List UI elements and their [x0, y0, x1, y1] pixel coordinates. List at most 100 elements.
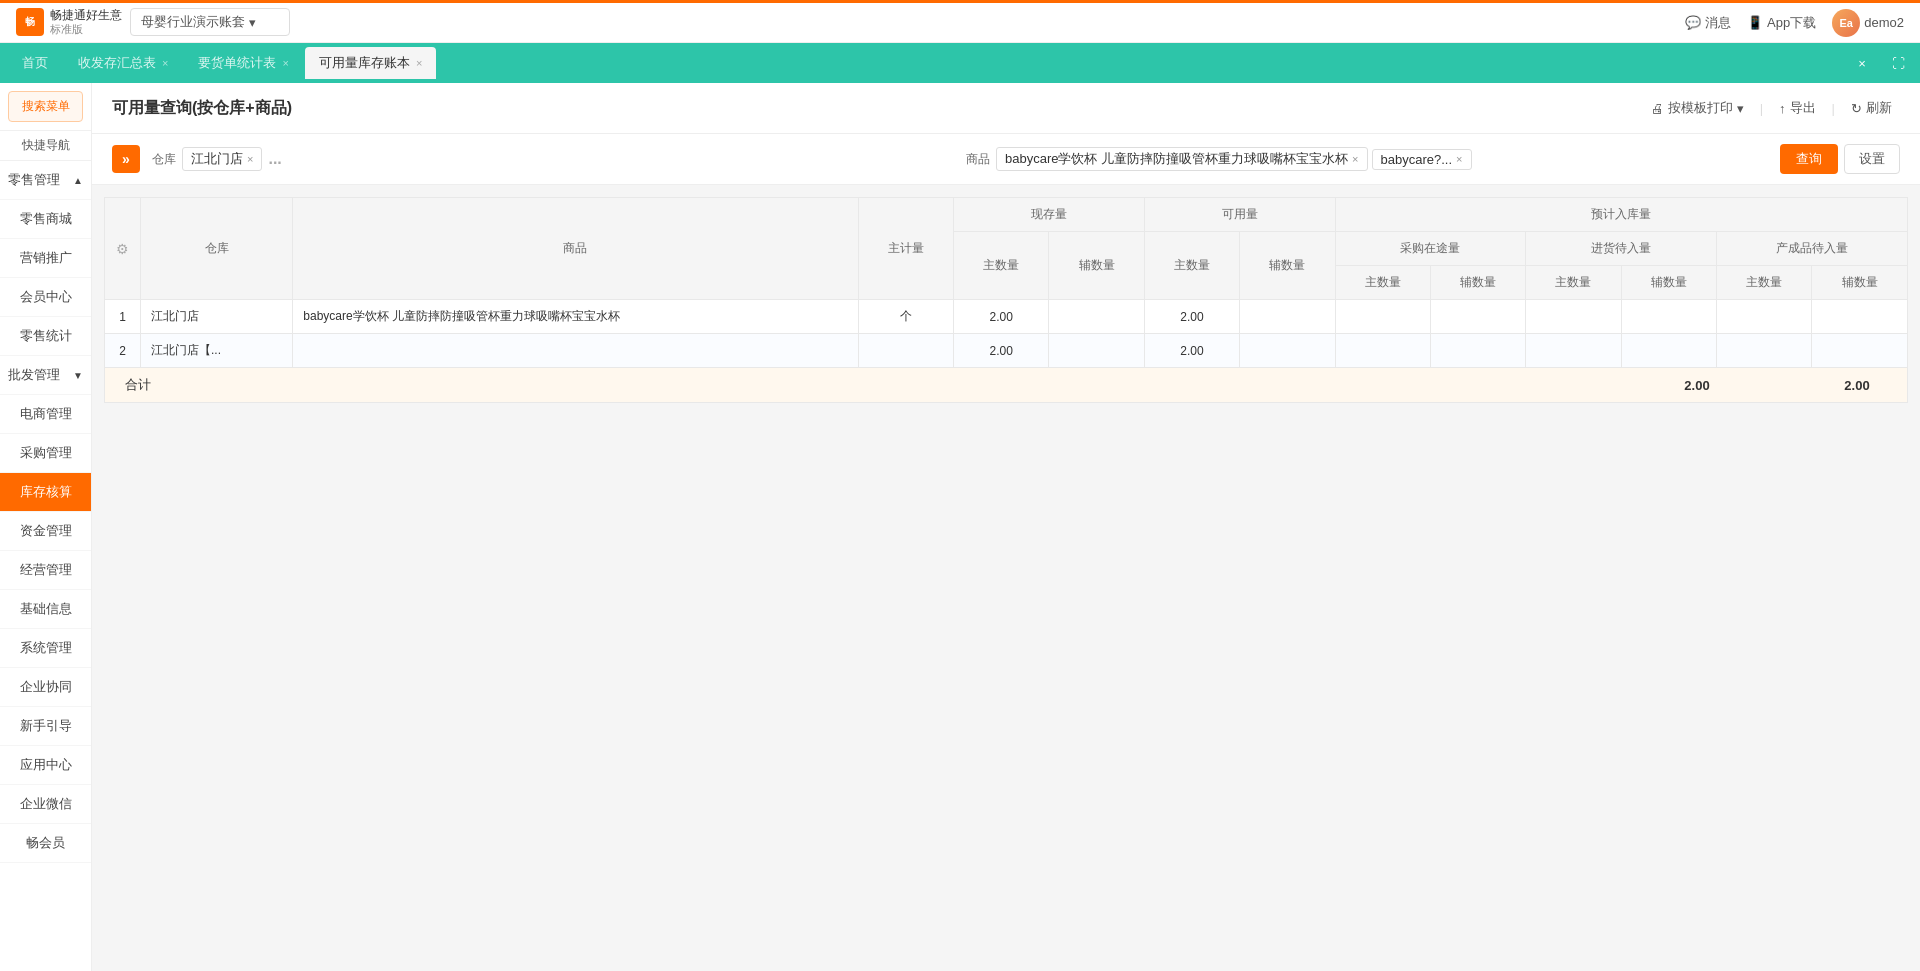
sidebar-item-retail-stats-label: 零售统计: [20, 328, 72, 343]
col-production-aux: 辅数量: [1812, 266, 1908, 300]
top-bar-right: 💬 消息 📱 App下载 Ea demo2: [1685, 9, 1904, 37]
row1-stock-main: 2.00: [953, 300, 1048, 334]
product-tag-1-close[interactable]: ×: [1352, 153, 1358, 165]
message-label: 消息: [1705, 14, 1731, 32]
warehouse-tag-close[interactable]: ×: [247, 153, 253, 165]
col-stock-aux: 辅数量: [1049, 232, 1144, 300]
sidebar-item-member-center[interactable]: 会员中心: [0, 278, 91, 317]
template-print-label: 按模板打印: [1668, 99, 1733, 117]
sidebar-item-inventory[interactable]: 库存核算: [0, 473, 91, 512]
sidebar-item-enterprise-wechat[interactable]: 企业微信: [0, 785, 91, 824]
col-warehouse: 仓库: [141, 198, 293, 300]
tab-available-stock-close[interactable]: ×: [416, 57, 422, 69]
sidebar-item-system[interactable]: 系统管理: [0, 629, 91, 668]
nav-window-actions: × ⛶: [1848, 49, 1912, 77]
logo-text-block: 畅捷通好生意 标准版: [50, 8, 122, 37]
gear-icon[interactable]: ⚙: [116, 241, 129, 257]
warehouse-filter-more[interactable]: ...: [268, 150, 281, 168]
col-product: 商品: [293, 198, 858, 300]
row2-stock-main: 2.00: [953, 334, 1048, 368]
sidebar-search-section: 搜索菜单: [0, 83, 91, 131]
sidebar-item-basic-info[interactable]: 基础信息: [0, 590, 91, 629]
sidebar-item-ecommerce[interactable]: 电商管理: [0, 395, 91, 434]
query-btn[interactable]: 查询: [1780, 144, 1838, 174]
message-btn[interactable]: 💬 消息: [1685, 14, 1731, 32]
industry-select-label: 母婴行业演示账套: [141, 13, 245, 31]
tab-home-label: 首页: [22, 54, 48, 72]
sidebar-item-member[interactable]: 畅会员: [0, 824, 91, 863]
sidebar-item-purchase-label: 采购管理: [20, 445, 72, 460]
row1-warehouse: 江北门店: [141, 300, 293, 334]
product-tag-2-close[interactable]: ×: [1456, 153, 1462, 165]
sidebar-item-wholesale-mgmt[interactable]: 批发管理 ▼: [0, 356, 91, 395]
row1-pa-aux: [1621, 300, 1716, 334]
product-tag-1: babycare学饮杯 儿童防摔防撞吸管杯重力球吸嘴杯宝宝水杯 ×: [996, 147, 1368, 171]
sidebar-item-enterprise-wechat-label: 企业微信: [20, 796, 72, 811]
row2-pa-main: [1526, 334, 1621, 368]
sidebar-item-marketing[interactable]: 营销推广: [0, 239, 91, 278]
sidebar-item-member-label: 畅会员: [26, 835, 65, 850]
industry-select[interactable]: 母婴行业演示账套 ▾: [130, 8, 290, 36]
col-purchase-transit-aux: 辅数量: [1430, 266, 1525, 300]
refresh-btn[interactable]: ↻ 刷新: [1843, 95, 1900, 121]
tab-receipts-close[interactable]: ×: [162, 57, 168, 69]
sidebar-item-finance[interactable]: 资金管理: [0, 512, 91, 551]
row2-prod-aux: [1812, 334, 1908, 368]
sidebar-item-new-guide[interactable]: 新手引导: [0, 707, 91, 746]
print-icon: 🖨: [1651, 101, 1664, 116]
sidebar-search-btn[interactable]: 搜索菜单: [8, 91, 83, 122]
filter-expand-btn[interactable]: »: [112, 145, 140, 173]
app-download-btn[interactable]: 📱 App下载: [1747, 14, 1816, 32]
row2-warehouse: 江北门店【...: [141, 334, 293, 368]
sidebar-item-retail-stats[interactable]: 零售统计: [0, 317, 91, 356]
window-expand-btn[interactable]: ⛶: [1884, 49, 1912, 77]
table-row: 1 江北门店 babycare学饮杯 儿童防摔防撞吸管杯重力球吸嘴杯宝宝水杯 个…: [105, 300, 1908, 334]
export-btn[interactable]: ↑ 导出: [1771, 95, 1824, 121]
col-purchase-arrival-main: 主数量: [1526, 266, 1621, 300]
tab-order-stats[interactable]: 要货单统计表 ×: [184, 47, 302, 79]
row2-prod-main: [1717, 334, 1812, 368]
avatar: Ea: [1832, 9, 1860, 37]
sidebar-item-operations[interactable]: 经营管理: [0, 551, 91, 590]
inventory-table: ⚙ 仓库 商品 主计量 现存量 可用量 预计入库量 主数量 辅数量 主数量 辅数…: [104, 197, 1908, 368]
tab-available-stock-label: 可用量库存账本: [319, 54, 410, 72]
row1-prod-aux: [1812, 300, 1908, 334]
footer-stock-main: 2.00: [1657, 378, 1737, 393]
window-close-btn[interactable]: ×: [1848, 49, 1876, 77]
tab-home[interactable]: 首页: [8, 47, 62, 79]
settings-btn[interactable]: 设置: [1844, 144, 1900, 174]
row1-product: babycare学饮杯 儿童防摔防撞吸管杯重力球吸嘴杯宝宝水杯: [293, 300, 858, 334]
sidebar-item-app-center[interactable]: 应用中心: [0, 746, 91, 785]
tab-receipts[interactable]: 收发存汇总表 ×: [64, 47, 182, 79]
page-actions: 🖨 按模板打印 ▾ | ↑ 导出 | ↻ 刷新: [1643, 95, 1900, 121]
tab-order-stats-close[interactable]: ×: [282, 57, 288, 69]
top-bar: 畅 畅捷通好生意 标准版 母婴行业演示账套 ▾ 💬 消息 📱 App下载 Ea …: [0, 3, 1920, 43]
col-purchase-arrival-aux: 辅数量: [1621, 266, 1716, 300]
row2-index: 2: [105, 334, 141, 368]
warehouse-tag-jiangbei: 江北门店 ×: [182, 147, 262, 171]
sidebar-quick-nav-btn[interactable]: 快捷导航: [0, 131, 91, 161]
col-stock-main: 主数量: [953, 232, 1048, 300]
template-print-btn[interactable]: 🖨 按模板打印 ▾: [1643, 95, 1752, 121]
col-purchase-transit-group: 采购在途量: [1335, 232, 1526, 266]
sidebar-item-enterprise[interactable]: 企业协同: [0, 668, 91, 707]
username: demo2: [1864, 15, 1904, 30]
sidebar-item-purchase[interactable]: 采购管理: [0, 434, 91, 473]
product-tag-2-label: babycare?...: [1381, 152, 1453, 167]
row1-prod-main: [1717, 300, 1812, 334]
col-settings: ⚙: [105, 198, 141, 300]
user-area[interactable]: Ea demo2: [1832, 9, 1904, 37]
col-available-group: 可用量: [1144, 198, 1335, 232]
row2-pt-main: [1335, 334, 1430, 368]
divider-2: |: [1832, 101, 1835, 116]
tab-available-stock[interactable]: 可用量库存账本 ×: [305, 47, 436, 79]
row2-avail-aux: [1240, 334, 1335, 368]
sidebar-item-retail-mall-label: 零售商城: [20, 211, 72, 226]
col-avail-main: 主数量: [1144, 232, 1239, 300]
sidebar-item-retail-mall[interactable]: 零售商城: [0, 200, 91, 239]
sidebar-item-retail-mgmt-label: 零售管理: [8, 171, 60, 189]
sidebar-item-marketing-label: 营销推广: [20, 250, 72, 265]
row2-product: [293, 334, 858, 368]
sidebar-item-retail-mgmt[interactable]: 零售管理 ▲: [0, 161, 91, 200]
app-download-label: App下载: [1767, 14, 1816, 32]
